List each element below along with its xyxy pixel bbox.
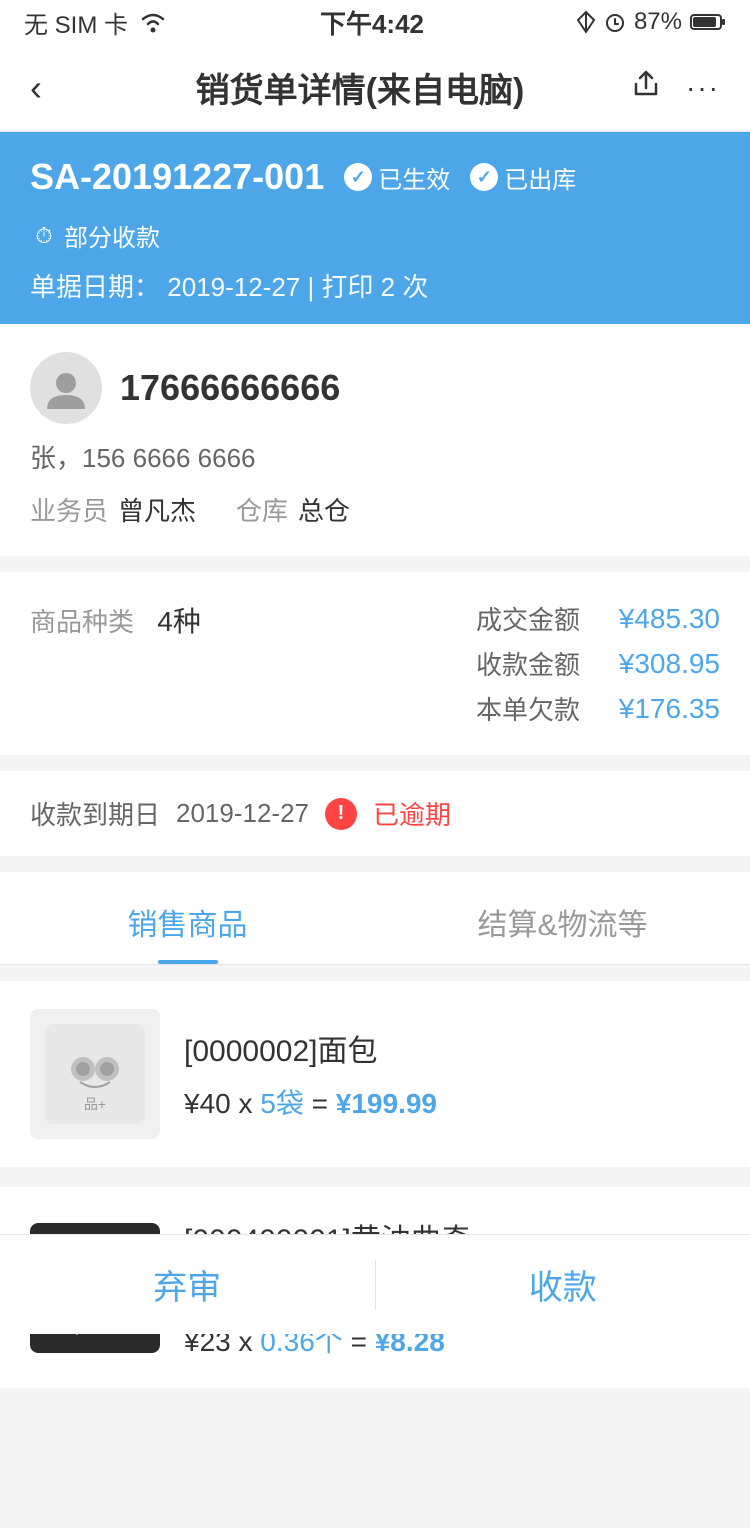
- received-row: 收款金额 ¥308.95: [476, 645, 720, 682]
- carrier-text: 无 SIM 卡: [24, 5, 128, 40]
- check-icon-2: ✓: [470, 163, 498, 191]
- customer-section: 17666666666 张，156 6666 6666 业务员 曾凡杰 仓库 总…: [0, 324, 750, 556]
- page-title: 销货单详情(来自电脑): [196, 63, 525, 112]
- order-id: SA-20191227-001: [30, 156, 324, 198]
- customer-row: 17666666666: [30, 352, 720, 424]
- amount-value: ¥485.30: [600, 603, 720, 635]
- user-icon: [43, 365, 89, 411]
- date-label: 单据日期：: [30, 272, 160, 302]
- received-value: ¥308.95: [600, 648, 720, 680]
- summary-amounts: 成交金额 ¥485.30 收款金额 ¥308.95 本单欠款 ¥176.35: [476, 600, 720, 727]
- status-bar-right: 87%: [576, 8, 726, 36]
- overdue-icon: !: [325, 798, 357, 830]
- alarm-icon: [604, 11, 626, 33]
- battery-text: 87%: [634, 8, 682, 36]
- back-button[interactable]: ‹: [30, 67, 90, 109]
- due-date-value: 2019-12-27: [176, 798, 309, 829]
- share-icon[interactable]: [630, 68, 662, 108]
- status-bar-left: 无 SIM 卡: [24, 5, 168, 40]
- salesperson-info: 业务员 曾凡杰: [30, 491, 196, 528]
- order-header: SA-20191227-001 ✓ 已生效 ✓ 已出库 ⏱ 部分收款 单据日期：…: [0, 132, 750, 324]
- order-date-row: 单据日期： 2019-12-27 | 打印 2 次: [30, 267, 720, 304]
- status-shipped: ✓ 已出库: [470, 160, 576, 195]
- warehouse-value: 总仓: [298, 491, 350, 528]
- tab-settlement-logistics[interactable]: 结算&物流等: [375, 872, 750, 964]
- nav-right-actions: ···: [630, 68, 720, 108]
- amount-row: 成交金额 ¥485.30: [476, 600, 720, 637]
- order-id-row: SA-20191227-001 ✓ 已生效 ✓ 已出库 ⏱ 部分收款: [30, 156, 720, 253]
- product-price-1: ¥40 x 5袋 = ¥199.99: [184, 1082, 720, 1122]
- cancel-review-button[interactable]: 弃审: [0, 1240, 375, 1329]
- warehouse-info: 仓库 总仓: [236, 491, 350, 528]
- svg-text:品+: 品+: [84, 1096, 106, 1112]
- wifi-icon: [138, 11, 168, 33]
- more-icon[interactable]: ···: [686, 72, 720, 104]
- due-date-section: 收款到期日 2019-12-27 ! 已逾期: [0, 771, 750, 856]
- due-date-label: 收款到期日: [30, 795, 160, 832]
- product-total-1: ¥199.99: [336, 1088, 437, 1119]
- received-label: 收款金额: [476, 645, 580, 682]
- product-qty-1: 5袋: [260, 1088, 304, 1119]
- location-icon: [576, 10, 596, 34]
- overdue-text: 已逾期: [373, 795, 451, 832]
- customer-name-phone: 张，156 6666 6666: [30, 438, 720, 475]
- product-unit-price-1: ¥40: [184, 1088, 231, 1119]
- product-equals-1: =: [312, 1088, 336, 1119]
- check-icon-1: ✓: [344, 163, 372, 191]
- product-types-label: 商品种类: [30, 607, 134, 637]
- tabs-section: 销售商品 结算&物流等: [0, 872, 750, 965]
- summary-product-types: 商品种类 4种: [30, 600, 201, 640]
- debt-row: 本单欠款 ¥176.35: [476, 690, 720, 727]
- status-bar-time: 下午4:42: [320, 4, 424, 41]
- customer-phone: 17666666666: [120, 367, 340, 409]
- clock-icon: ⏱: [30, 222, 58, 250]
- status-effective: ✓ 已生效: [344, 160, 450, 195]
- order-date: 2019-12-27: [167, 272, 300, 302]
- product-image-1: 品+: [30, 1009, 160, 1139]
- status-bar: 无 SIM 卡 下午4:42 87%: [0, 0, 750, 44]
- customer-info-row: 业务员 曾凡杰 仓库 总仓: [30, 491, 720, 528]
- nav-bar: ‹ 销货单详情(来自电脑) ···: [0, 44, 750, 132]
- collect-payment-button[interactable]: 收款: [376, 1240, 750, 1329]
- amount-label: 成交金额: [476, 600, 580, 637]
- tab-sales-products[interactable]: 销售商品: [0, 872, 375, 964]
- avatar: [30, 352, 102, 424]
- status-partial-payment: ⏱ 部分收款: [30, 218, 160, 253]
- battery-icon: [690, 12, 726, 32]
- salesperson-label: 业务员: [30, 491, 108, 528]
- debt-value: ¥176.35: [600, 693, 720, 725]
- bottom-bar: 弃审 收款: [0, 1234, 750, 1334]
- warehouse-label: 仓库: [236, 491, 288, 528]
- summary-section: 商品种类 4种 成交金额 ¥485.30 收款金额 ¥308.95 本单欠款 ¥…: [0, 572, 750, 755]
- product-item: 品+ [0000002]面包 ¥40 x 5袋 = ¥199.99: [0, 981, 750, 1167]
- debt-label: 本单欠款: [476, 690, 580, 727]
- product-name-1: [0000002]面包: [184, 1026, 720, 1070]
- salesperson-value: 曾凡杰: [118, 491, 196, 528]
- product-types-value: 4种: [157, 606, 201, 637]
- product-multiply-1: x: [239, 1088, 261, 1119]
- product-placeholder-icon-1: 品+: [45, 1024, 145, 1124]
- product-info-1: [0000002]面包 ¥40 x 5袋 = ¥199.99: [184, 1026, 720, 1122]
- print-info: | 打印 2 次: [307, 272, 428, 302]
